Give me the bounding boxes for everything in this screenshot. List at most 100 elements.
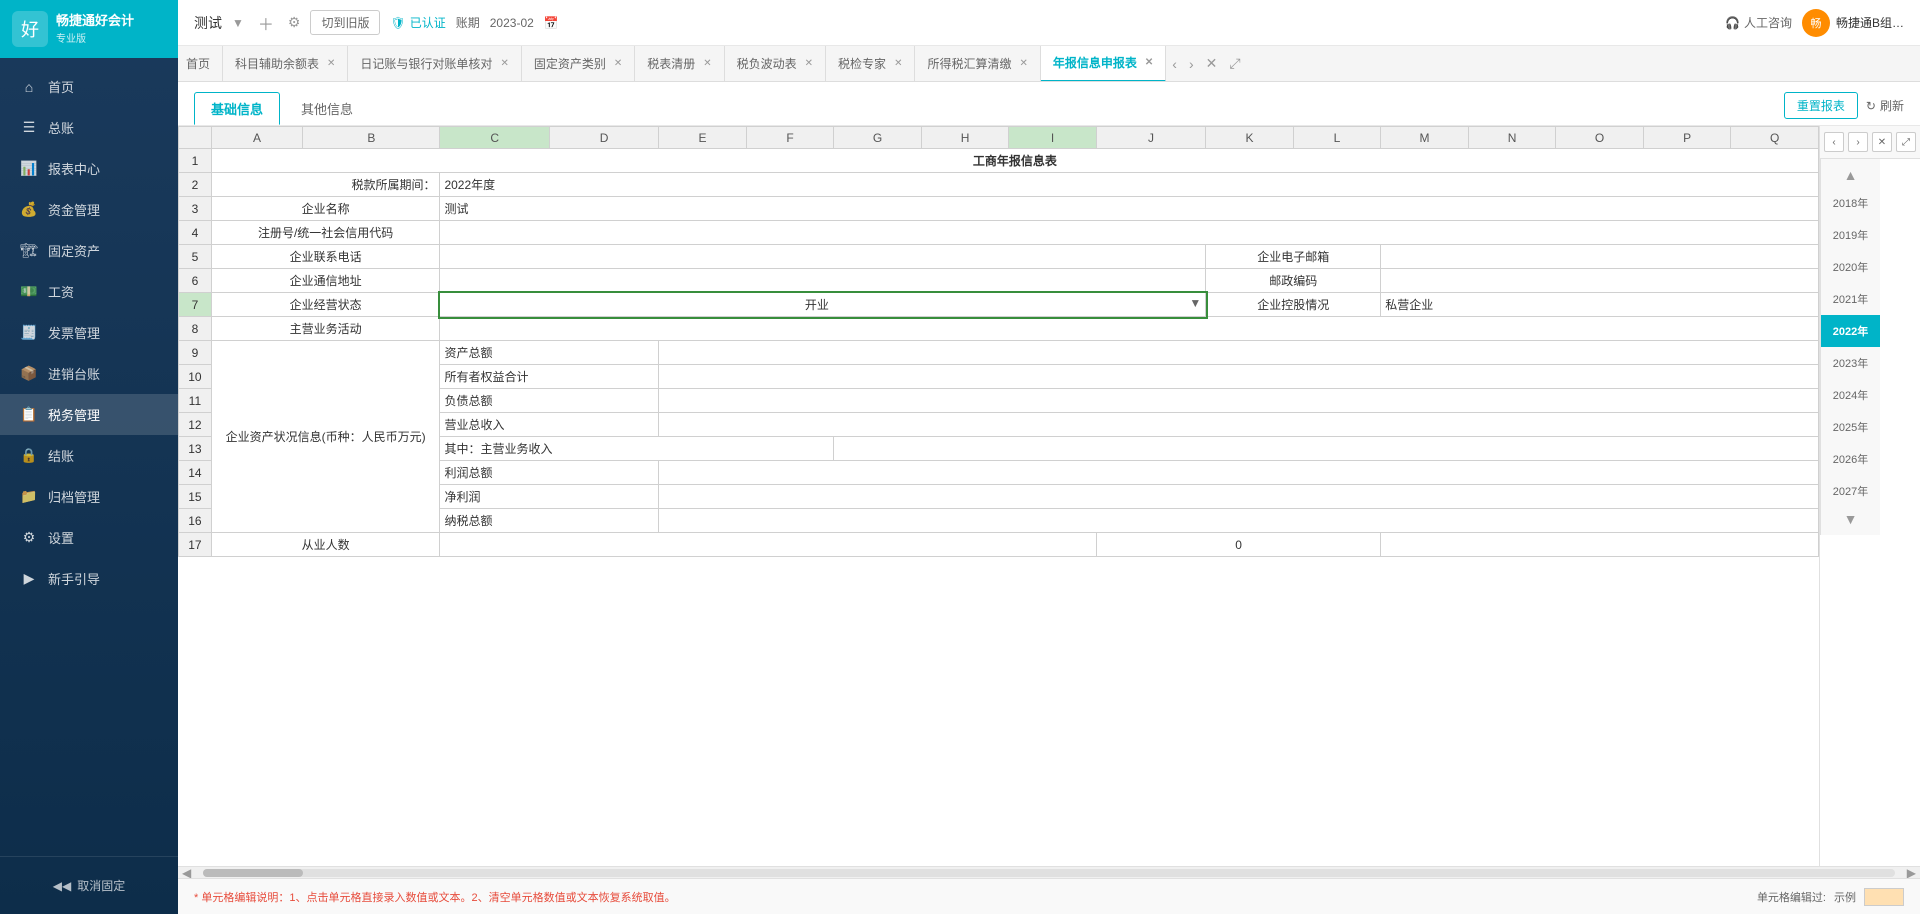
tab-tax-expert-close[interactable]: ✕ (894, 58, 902, 69)
row-6-postcode[interactable] (1381, 269, 1819, 293)
tab-sub-ledger[interactable]: 科目辅助余额表 ✕ (223, 46, 348, 82)
row-12-revenue-value[interactable] (659, 413, 1819, 437)
topbar-add-btn[interactable]: ＋ (254, 11, 278, 35)
row-3-value[interactable]: 测试 (440, 197, 1819, 221)
row-10-equity-label: 所有者权益合计 (440, 365, 659, 389)
sidebar-item-salary[interactable]: 💵 工资 (0, 271, 178, 312)
row-14-profit-value[interactable] (659, 461, 1819, 485)
sidebar-item-guide[interactable]: ▶ 新手引导 (0, 558, 178, 599)
year-2023[interactable]: 2023年 (1821, 347, 1880, 379)
year-2019[interactable]: 2019年 (1821, 219, 1880, 251)
sub-tab-other-label: 其他信息 (301, 102, 353, 117)
sidebar-item-label-settings: 设置 (48, 528, 74, 547)
row-15-net-profit-value[interactable] (659, 485, 1819, 509)
sidebar-item-label-salary: 工资 (48, 282, 74, 301)
row-11-debt-value[interactable] (659, 389, 1819, 413)
topbar-title: 测试 (194, 13, 222, 33)
topbar-dropdown-arrow[interactable]: ▼ (232, 16, 244, 30)
sidebar-pin-btn[interactable]: ◀◀ 取消固定 (0, 867, 178, 904)
spreadsheet-container[interactable]: A B C D E F G H I J K L M (178, 126, 1819, 866)
year-nav-up[interactable]: ▲ (1840, 163, 1862, 187)
row-13-num: 13 (179, 437, 212, 461)
row-15-net-profit-label: 净利润 (440, 485, 659, 509)
sidebar-item-closing[interactable]: 🔒 结账 (0, 435, 178, 476)
tab-tax-table-close[interactable]: ✕ (703, 58, 711, 69)
year-nav-down[interactable]: ▼ (1840, 507, 1862, 531)
row-13-main-revenue-value[interactable] (834, 437, 1819, 461)
dropdown-arrow-icon[interactable]: ▼ (1189, 296, 1201, 310)
year-2027[interactable]: 2027年 (1821, 475, 1880, 507)
tab-tax-expert[interactable]: 税检专家 ✕ (826, 46, 915, 82)
year-2021[interactable]: 2021年 (1821, 283, 1880, 315)
row-5-phone[interactable] (440, 245, 1206, 269)
sidebar-item-assets[interactable]: 🏗 固定资产 (0, 230, 178, 271)
topbar-service-btn[interactable]: 🎧 人工咨询 (1725, 14, 1792, 31)
sidebar-item-ledger[interactable]: ☰ 总账 (0, 107, 178, 148)
tab-fixed-assets-close[interactable]: ✕ (614, 58, 622, 69)
topbar-user-btn[interactable]: 畅 畅捷通B组… (1802, 9, 1904, 37)
row-2-label: 税款所属期间： (211, 173, 440, 197)
topbar-old-version-btn[interactable]: 切到旧版 (310, 10, 380, 35)
sub-tab-other[interactable]: 其他信息 (284, 92, 370, 125)
row-6-address[interactable] (440, 269, 1206, 293)
tab-tax-fluctuation-close[interactable]: ✕ (805, 58, 813, 69)
row-16-tax-value[interactable] (659, 509, 1819, 533)
year-2020[interactable]: 2020年 (1821, 251, 1880, 283)
tab-tax-table[interactable]: 税表清册 ✕ (635, 46, 724, 82)
h-scrollbar[interactable]: ◀ ▶ (178, 866, 1920, 878)
tab-sub-ledger-close[interactable]: ✕ (327, 58, 335, 69)
sidebar-item-funds[interactable]: 💰 资金管理 (0, 189, 178, 230)
tab-annual-report-close[interactable]: ✕ (1145, 57, 1153, 68)
row-9-total-assets-value[interactable] (659, 341, 1819, 365)
row-17: 17 从业人数 0 (179, 533, 1819, 557)
tabs-nav-next[interactable]: › (1183, 56, 1200, 72)
year-2025[interactable]: 2025年 (1821, 411, 1880, 443)
sub-tab-basic[interactable]: 基础信息 (194, 92, 280, 125)
sidebar-item-settings[interactable]: ⚙ 设置 (0, 517, 178, 558)
tab-home[interactable]: 首页 (186, 46, 223, 82)
row-4-value[interactable] (440, 221, 1819, 245)
reset-report-btn[interactable]: 重置报表 (1784, 92, 1858, 119)
year-2024[interactable]: 2024年 (1821, 379, 1880, 411)
row-17-employees-value[interactable]: 0 (1096, 533, 1380, 557)
sub-tab-actions: 重置报表 ↻ 刷新 (1784, 92, 1904, 125)
sidebar-item-archive[interactable]: 📁 归档管理 (0, 476, 178, 517)
sidebar-item-home[interactable]: ⌂ 首页 (0, 66, 178, 107)
row-8-value[interactable] (440, 317, 1819, 341)
sidebar-item-invoice[interactable]: 🧾 发票管理 (0, 312, 178, 353)
row-1-title[interactable]: 工商年报信息表 (211, 149, 1818, 173)
tabs-nav-prev[interactable]: ‹ (1166, 56, 1183, 72)
scroll-left-arrow[interactable]: ‹ (1824, 132, 1844, 152)
tab-fixed-assets[interactable]: 固定资产类别 ✕ (522, 46, 635, 82)
sidebar-item-tax[interactable]: 📋 税务管理 (0, 394, 178, 435)
scroll-right-arrow[interactable]: › (1848, 132, 1868, 152)
h-scroll-track[interactable] (203, 869, 1895, 877)
sidebar-item-stock[interactable]: 📦 进销台账 (0, 353, 178, 394)
tab-income-tax-close[interactable]: ✕ (1019, 58, 1027, 69)
tab-journal-close[interactable]: ✕ (500, 58, 508, 69)
row-7-holding-value[interactable]: 私营企业 (1381, 293, 1819, 317)
sidebar-item-reports[interactable]: 📊 报表中心 (0, 148, 178, 189)
row-2-value[interactable]: 2022年度 (440, 173, 1819, 197)
tab-journal[interactable]: 日记账与银行对账单核对 ✕ (348, 46, 521, 82)
col-header-g: G (834, 127, 922, 149)
year-2022[interactable]: 2022年 (1821, 315, 1880, 347)
tab-income-tax[interactable]: 所得税汇算清缴 ✕ (915, 46, 1040, 82)
tab-annual-report[interactable]: 年报信息申报表 ✕ (1041, 46, 1166, 82)
year-2018[interactable]: 2018年 (1821, 187, 1880, 219)
topbar-settings-icon[interactable]: ⚙ (288, 14, 301, 31)
tabs-close-all[interactable]: ✕ (1200, 55, 1224, 72)
topbar-calendar-icon[interactable]: 📅 (544, 16, 559, 30)
tabs-expand[interactable]: ⤢ (1223, 55, 1246, 72)
row-7-holding-label: 企业控股情况 (1206, 293, 1381, 317)
year-2026[interactable]: 2026年 (1821, 443, 1880, 475)
expand-panel-btn[interactable]: ⤢ (1896, 132, 1916, 152)
tab-tax-fluctuation[interactable]: 税负波动表 ✕ (725, 46, 826, 82)
row-5-email[interactable] (1381, 245, 1819, 269)
h-scroll-thumb[interactable] (203, 869, 303, 877)
refresh-btn[interactable]: ↻ 刷新 (1866, 97, 1904, 114)
row-10-equity-value[interactable] (659, 365, 1819, 389)
topbar: 测试 ▼ ＋ ⚙ 切到旧版 🛡 已认证 账期 2023-02 📅 🎧 人工咨询 … (178, 0, 1920, 46)
row-7-status-cell[interactable]: 开业 ▼ (440, 293, 1206, 317)
close-panel-btn[interactable]: ✕ (1872, 132, 1892, 152)
